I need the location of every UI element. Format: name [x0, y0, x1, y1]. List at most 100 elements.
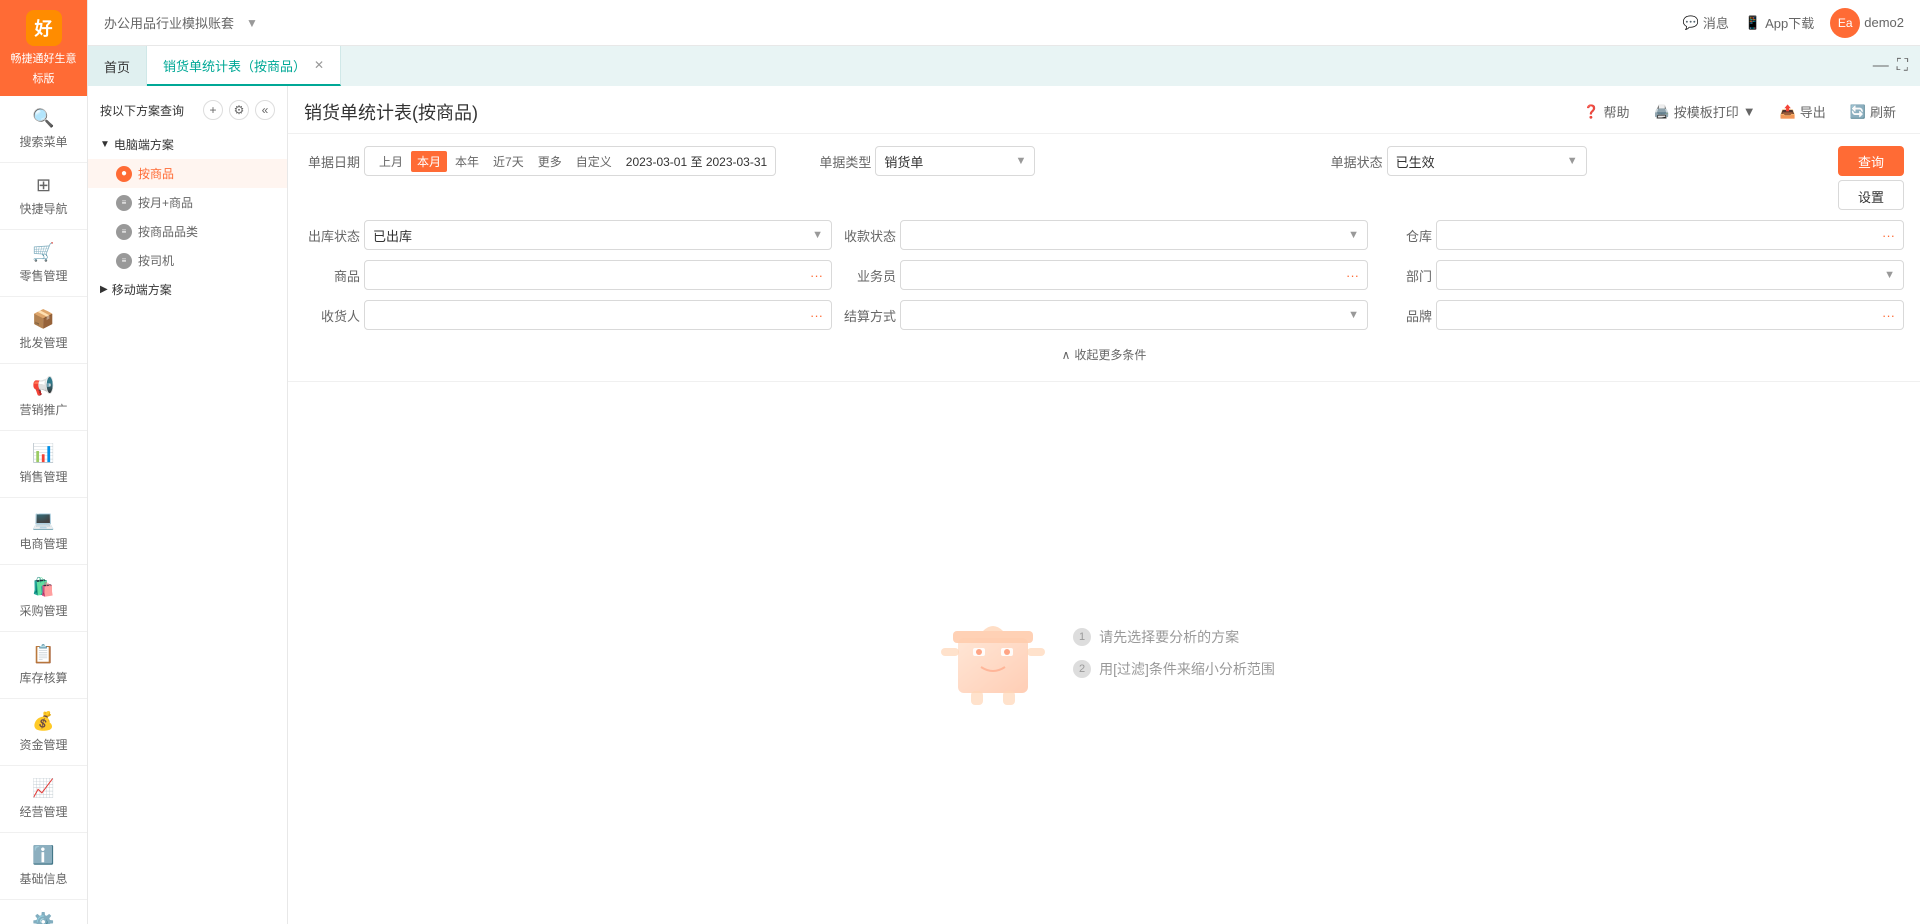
industry-dropdown-icon[interactable]: ▼: [246, 16, 258, 30]
date-tab-7days[interactable]: 近7天: [487, 151, 530, 172]
out-status-value: 已出库: [373, 226, 808, 245]
brand-dots[interactable]: ···: [1882, 308, 1895, 323]
date-tab-thisyear[interactable]: 本年: [449, 151, 485, 172]
tab-close-icon[interactable]: ✕: [314, 58, 324, 72]
empty-step1-text: 请先选择要分析的方案: [1099, 627, 1239, 647]
app-logo[interactable]: 好 畅捷通好生意 标版: [0, 0, 87, 96]
message-button[interactable]: 💬 消息: [1683, 13, 1729, 32]
marketing-icon: 📢: [32, 376, 54, 397]
scheme-group-mobile: ▶ 移动端方案: [88, 275, 287, 304]
industry-label: 办公用品行业模拟账套: [104, 13, 234, 32]
sidebar-item-finance[interactable]: 💰 资金管理: [0, 699, 87, 766]
sidebar-item-search[interactable]: 🔍 搜索菜单: [0, 96, 87, 163]
help-label: 帮助: [1604, 102, 1630, 121]
inventory-icon: 📋: [32, 644, 54, 665]
doc-status-select[interactable]: 已生效 ▼: [1387, 146, 1587, 176]
settings-button[interactable]: 设置: [1838, 180, 1904, 210]
export-button[interactable]: 📤 导出: [1772, 98, 1834, 125]
refresh-label: 刷新: [1870, 102, 1896, 121]
sidebar-item-ecommerce[interactable]: 💻 电商管理: [0, 498, 87, 565]
sidebar-item-label: 零售管理: [19, 267, 67, 284]
page-container: 按以下方案查询 + ⚙ « ▼ 电脑端方案 ● 按商品: [88, 86, 1920, 924]
scheme-item-bydriver[interactable]: ≡ 按司机: [88, 246, 287, 275]
sidebar-item-purchase[interactable]: 🛍️ 采购管理: [0, 565, 87, 632]
top-header: 办公用品行业模拟账套 ▼ 💬 消息 📱 App下载 Ea demo2: [88, 0, 1920, 46]
warehouse-dots[interactable]: ···: [1882, 228, 1895, 243]
scheme-group-mobile-header[interactable]: ▶ 移动端方案: [88, 275, 287, 304]
user-avatar[interactable]: Ea demo2: [1830, 8, 1904, 38]
scheme-group-desktop-header[interactable]: ▼ 电脑端方案: [88, 130, 287, 159]
refresh-button[interactable]: 🔄 刷新: [1842, 98, 1904, 125]
sidebar-item-sales[interactable]: 📊 销售管理: [0, 431, 87, 498]
sidebar-item-inventory[interactable]: 📋 库存核算: [0, 632, 87, 699]
sidebar: 好 畅捷通好生意 标版 🔍 搜索菜单 ⊞ 快捷导航 🛒 零售管理 📦 批发管理 …: [0, 0, 88, 924]
tab-sales-stat[interactable]: 销货单统计表（按商品） ✕: [147, 46, 341, 86]
salesman-input[interactable]: ···: [900, 260, 1368, 290]
collapse-icon: ∧: [1062, 348, 1071, 362]
tab-maximize-icon[interactable]: ⛶: [1897, 57, 1908, 75]
quicknav-icon: ⊞: [36, 175, 51, 196]
app-download-button[interactable]: 📱 App下载: [1745, 13, 1814, 32]
date-picker[interactable]: 上月 本月 本年 近7天 更多 自定义 2023-03-01 至 2023-03…: [364, 146, 776, 176]
goods-input[interactable]: ···: [364, 260, 832, 290]
date-tab-thismonth[interactable]: 本月: [411, 151, 447, 172]
scheme-item-bygoods[interactable]: ● 按商品: [88, 159, 287, 188]
goods-dots[interactable]: ···: [810, 268, 823, 283]
salesman-dots[interactable]: ···: [1346, 268, 1359, 283]
doc-type-select[interactable]: 销货单 ▼: [875, 146, 1035, 176]
sidebar-item-basic[interactable]: ℹ️ 基础信息: [0, 833, 87, 900]
sidebar-item-label: 采购管理: [19, 602, 67, 619]
tab-sales-stat-label: 销货单统计表（按商品）: [163, 56, 306, 75]
action-buttons: 查询 设置: [1838, 146, 1904, 210]
receiver-label: 收货人: [304, 306, 360, 325]
out-status-select[interactable]: 已出库 ▼: [364, 220, 832, 250]
scheme-settings-button[interactable]: ⚙: [229, 100, 249, 120]
scheme-actions: + ⚙ «: [203, 100, 275, 120]
dept-select[interactable]: ▼: [1436, 260, 1904, 290]
scheme-collapse-button[interactable]: «: [255, 100, 275, 120]
tab-minimize-icon[interactable]: —: [1873, 57, 1889, 75]
refresh-icon: 🔄: [1850, 104, 1866, 120]
page-title: 销货单统计表(按商品): [304, 99, 478, 125]
empty-step1: 1 请先选择要分析的方案: [1073, 627, 1275, 647]
date-tab-more[interactable]: 更多: [532, 151, 568, 172]
date-tab-lastmonth[interactable]: 上月: [373, 151, 409, 172]
receiver-dots[interactable]: ···: [810, 308, 823, 323]
empty-text: 1 请先选择要分析的方案 2 用[过滤]条件来缩小分析范围: [1073, 627, 1275, 679]
tab-home-label: 首页: [104, 57, 130, 76]
sidebar-item-label: 销售管理: [19, 468, 67, 485]
logo-subtitle: 标版: [33, 70, 55, 86]
pay-status-select[interactable]: ▼: [900, 220, 1368, 250]
scheme-item-icon: ≡: [116, 253, 132, 269]
sidebar-item-retail[interactable]: 🛒 零售管理: [0, 230, 87, 297]
date-tab-custom[interactable]: 自定义: [570, 151, 618, 172]
sales-icon: 📊: [32, 443, 54, 464]
help-button[interactable]: ❓ 帮助: [1575, 98, 1637, 125]
dept-dropdown-icon: ▼: [1884, 269, 1895, 281]
sidebar-item-system[interactable]: ⚙️ 系统管理: [0, 900, 87, 924]
finance-icon: 💰: [32, 711, 54, 732]
warehouse-input[interactable]: ···: [1436, 220, 1904, 250]
sidebar-item-marketing[interactable]: 📢 营销推广: [0, 364, 87, 431]
query-button[interactable]: 查询: [1838, 146, 1904, 176]
scheme-tree: ▼ 电脑端方案 ● 按商品 ≡ 按月+商品 ≡ 按商品品类: [88, 126, 287, 308]
sidebar-item-label: 快捷导航: [19, 200, 67, 217]
scheme-item-bycategory[interactable]: ≡ 按商品品类: [88, 217, 287, 246]
scheme-panel: 按以下方案查询 + ⚙ « ▼ 电脑端方案 ● 按商品: [88, 86, 288, 924]
scheme-item-icon: ≡: [116, 195, 132, 211]
settlement-select[interactable]: ▼: [900, 300, 1368, 330]
out-status-dropdown-icon: ▼: [812, 229, 823, 241]
sidebar-item-wholesale[interactable]: 📦 批发管理: [0, 297, 87, 364]
tab-home[interactable]: 首页: [88, 46, 147, 86]
scheme-item-bymonthgoods[interactable]: ≡ 按月+商品: [88, 188, 287, 217]
filter-area: 单据日期 上月 本月 本年 近7天 更多 自定义 2023-03-01 至 20…: [288, 134, 1920, 382]
brand-input[interactable]: ···: [1436, 300, 1904, 330]
sidebar-item-operations[interactable]: 📈 经营管理: [0, 766, 87, 833]
scheme-add-button[interactable]: +: [203, 100, 223, 120]
export-icon: 📤: [1780, 104, 1796, 120]
print-button[interactable]: 🖨️ 按模板打印 ▼: [1646, 98, 1764, 125]
sidebar-item-quicknav[interactable]: ⊞ 快捷导航: [0, 163, 87, 230]
collapse-conditions-button[interactable]: ∧ 收起更多条件: [1056, 340, 1153, 369]
username: demo2: [1864, 15, 1904, 30]
receiver-input[interactable]: ···: [364, 300, 832, 330]
